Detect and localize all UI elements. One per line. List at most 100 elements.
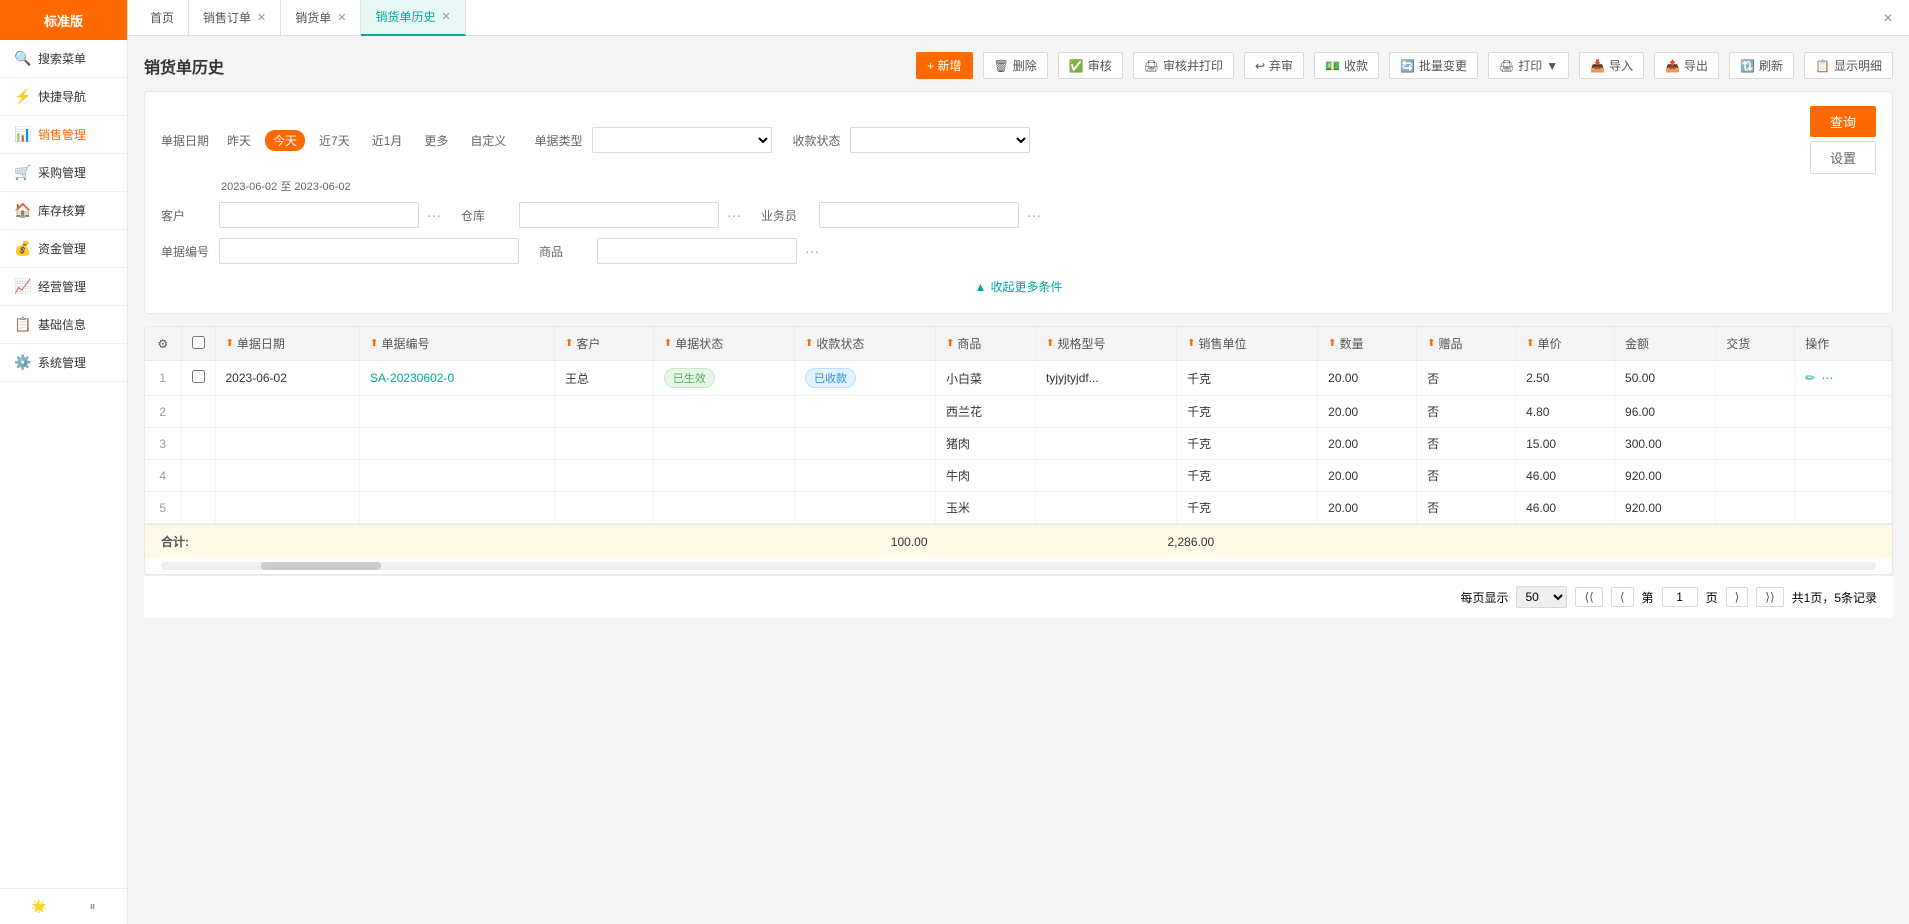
collect-button[interactable]: 💵 收款	[1314, 52, 1379, 79]
tab-sales-history-close[interactable]: ✕	[442, 10, 451, 23]
horizontal-scrollbar[interactable]	[161, 562, 1876, 570]
warehouse-input[interactable]	[519, 202, 719, 228]
doc-type-select[interactable]	[592, 127, 772, 153]
doc-no-link[interactable]: SA-20230602-0	[370, 371, 454, 385]
tab-sales-goods[interactable]: 销货单 ✕	[281, 0, 361, 36]
filter-doc-no: 单据编号	[161, 238, 519, 264]
tab-close-all[interactable]: ✕	[1875, 11, 1901, 25]
more-action[interactable]: ⋯	[1821, 371, 1833, 385]
table-summary: 合计: 100.00 2,286.00	[145, 524, 1892, 558]
cell-qty: 20.00	[1318, 460, 1417, 492]
collapse-label: 收起更多条件	[990, 278, 1062, 295]
total-records: 共1页，5条记录	[1792, 589, 1877, 606]
cell-goods: 牛肉	[936, 460, 1036, 492]
tab-home[interactable]: 首页	[136, 0, 189, 36]
goods-input[interactable]	[597, 238, 797, 264]
abandon-button[interactable]: ↩ 弃审	[1244, 52, 1304, 79]
customer-ellipsis[interactable]: ···	[427, 207, 441, 223]
salesperson-ellipsis[interactable]: ···	[1027, 207, 1041, 223]
settings-icon[interactable]: ⚙	[157, 337, 168, 351]
tab-sales-order[interactable]: 销售订单 ✕	[189, 0, 281, 36]
delete-icon: 🗑	[994, 59, 1009, 73]
th-qty[interactable]: ⬆ 数量	[1318, 327, 1417, 361]
th-spec[interactable]: ⬆ 规格型号	[1036, 327, 1177, 361]
new-button[interactable]: + 新增	[916, 52, 972, 79]
th-goods[interactable]: ⬆ 商品	[936, 327, 1036, 361]
export-button[interactable]: 📤 导出	[1654, 52, 1719, 79]
warehouse-ellipsis[interactable]: ···	[727, 207, 741, 223]
th-customer[interactable]: ⬆ 客户	[554, 327, 653, 361]
cell-customer	[554, 492, 653, 524]
salesperson-input[interactable]	[819, 202, 1019, 228]
th-doc-status[interactable]: ⬆ 单据状态	[653, 327, 794, 361]
cell-payment-status	[794, 460, 935, 492]
th-unit[interactable]: ⬆ 销售单位	[1177, 327, 1318, 361]
next-page-button[interactable]: ⟩	[1726, 587, 1749, 607]
th-unit-price[interactable]: ⬆ 单价	[1516, 327, 1615, 361]
th-doc-date[interactable]: ⬆ 单据日期	[215, 327, 360, 361]
sidebar-item-basic-info[interactable]: 📋 基础信息	[0, 306, 127, 344]
sidebar-item-quick-nav[interactable]: ⚡ 快捷导航	[0, 78, 127, 116]
goods-ellipsis[interactable]: ···	[805, 243, 819, 259]
cell-unit-price: 15.00	[1516, 428, 1615, 460]
date-today[interactable]: 今天	[265, 130, 305, 151]
refresh-button[interactable]: 🔃 刷新	[1729, 52, 1794, 79]
customer-input[interactable]	[219, 202, 419, 228]
th-payment-status[interactable]: ⬆ 收款状态	[794, 327, 935, 361]
filter-payment-status: 收款状态	[792, 127, 1030, 153]
prev-page-button[interactable]: ⟨	[1611, 587, 1634, 607]
sidebar-item-fund-mgmt[interactable]: 💰 资金管理	[0, 230, 127, 268]
import-button[interactable]: 📥 导入	[1579, 52, 1644, 79]
delete-button[interactable]: 🗑 删除	[983, 52, 1048, 79]
print-button[interactable]: 🖨 打印 ▼	[1488, 52, 1569, 79]
sidebar-item-sys-mgmt[interactable]: ⚙️ 系统管理	[0, 344, 127, 382]
scrollbar-thumb[interactable]	[261, 562, 381, 570]
review-print-button[interactable]: 🖨 审核并打印	[1133, 52, 1234, 79]
date-more[interactable]: 更多	[416, 130, 456, 151]
tab-sales-order-close[interactable]: ✕	[257, 11, 266, 24]
collapse-button[interactable]: ▲ 收起更多条件	[161, 274, 1876, 299]
display-button[interactable]: 📋 显示明细	[1804, 52, 1893, 79]
cell-doc-status	[653, 492, 794, 524]
sidebar-item-search-menu[interactable]: 🔍 搜索菜单	[0, 40, 127, 78]
date-7days[interactable]: 近7天	[311, 130, 358, 151]
edit-action[interactable]: ✏	[1805, 371, 1815, 385]
th-gift[interactable]: ⬆ 赠品	[1417, 327, 1516, 361]
sidebar-item-purchase-mgmt[interactable]: 🛒 采购管理	[0, 154, 127, 192]
page-size-select[interactable]: 50 100	[1516, 586, 1567, 608]
data-table: ⚙ ⬆ 单据日期 ⬆	[145, 327, 1892, 524]
doc-no-input[interactable]	[219, 238, 519, 264]
tab-sales-history[interactable]: 销货单历史 ✕	[361, 0, 465, 36]
date-yesterday[interactable]: 昨天	[219, 130, 259, 151]
select-all-checkbox[interactable]	[192, 336, 205, 349]
sidebar-item-ops-mgmt[interactable]: 📈 经营管理	[0, 268, 127, 306]
summary-amount: 2,286.00	[1168, 535, 1215, 549]
sidebar-item-inventory-calc[interactable]: 🏠 库存核算	[0, 192, 127, 230]
first-page-button[interactable]: ⟨⟨	[1575, 587, 1602, 607]
set-button[interactable]: 设置	[1810, 141, 1876, 174]
payment-status-select[interactable]	[850, 127, 1030, 153]
date-1month[interactable]: 近1月	[364, 130, 411, 151]
cell-row-num: 5	[145, 492, 181, 524]
row-checkbox[interactable]	[192, 370, 205, 383]
last-page-button[interactable]: ⟩⟩	[1756, 587, 1783, 607]
page-input[interactable]	[1662, 587, 1698, 607]
th-doc-no[interactable]: ⬆ 单据编号	[360, 327, 555, 361]
th-settings[interactable]: ⚙	[145, 327, 181, 361]
sidebar-bottom-icon2[interactable]: ⏸	[89, 899, 95, 914]
cell-checkbox	[181, 396, 215, 428]
sidebar-item-sales-mgmt[interactable]: 📊 销售管理	[0, 116, 127, 154]
cell-action	[1795, 492, 1892, 524]
review-button[interactable]: ✅ 审核	[1058, 52, 1123, 79]
sidebar-bottom-icon1[interactable]: 🌟	[32, 899, 47, 914]
cell-customer: 王总	[554, 361, 653, 396]
review-icon: ✅	[1069, 59, 1084, 73]
cell-unit: 千克	[1177, 396, 1318, 428]
batch-change-button[interactable]: 🔄 批量变更	[1389, 52, 1478, 79]
cell-qty: 20.00	[1318, 396, 1417, 428]
status-badge: 已生效	[664, 368, 715, 388]
query-button[interactable]: 查询	[1810, 106, 1876, 137]
tab-sales-goods-close[interactable]: ✕	[337, 11, 346, 24]
date-custom[interactable]: 自定义	[462, 130, 514, 151]
filter-row-2: 客户 ··· 仓库 ··· 业务员 ···	[161, 202, 1876, 228]
